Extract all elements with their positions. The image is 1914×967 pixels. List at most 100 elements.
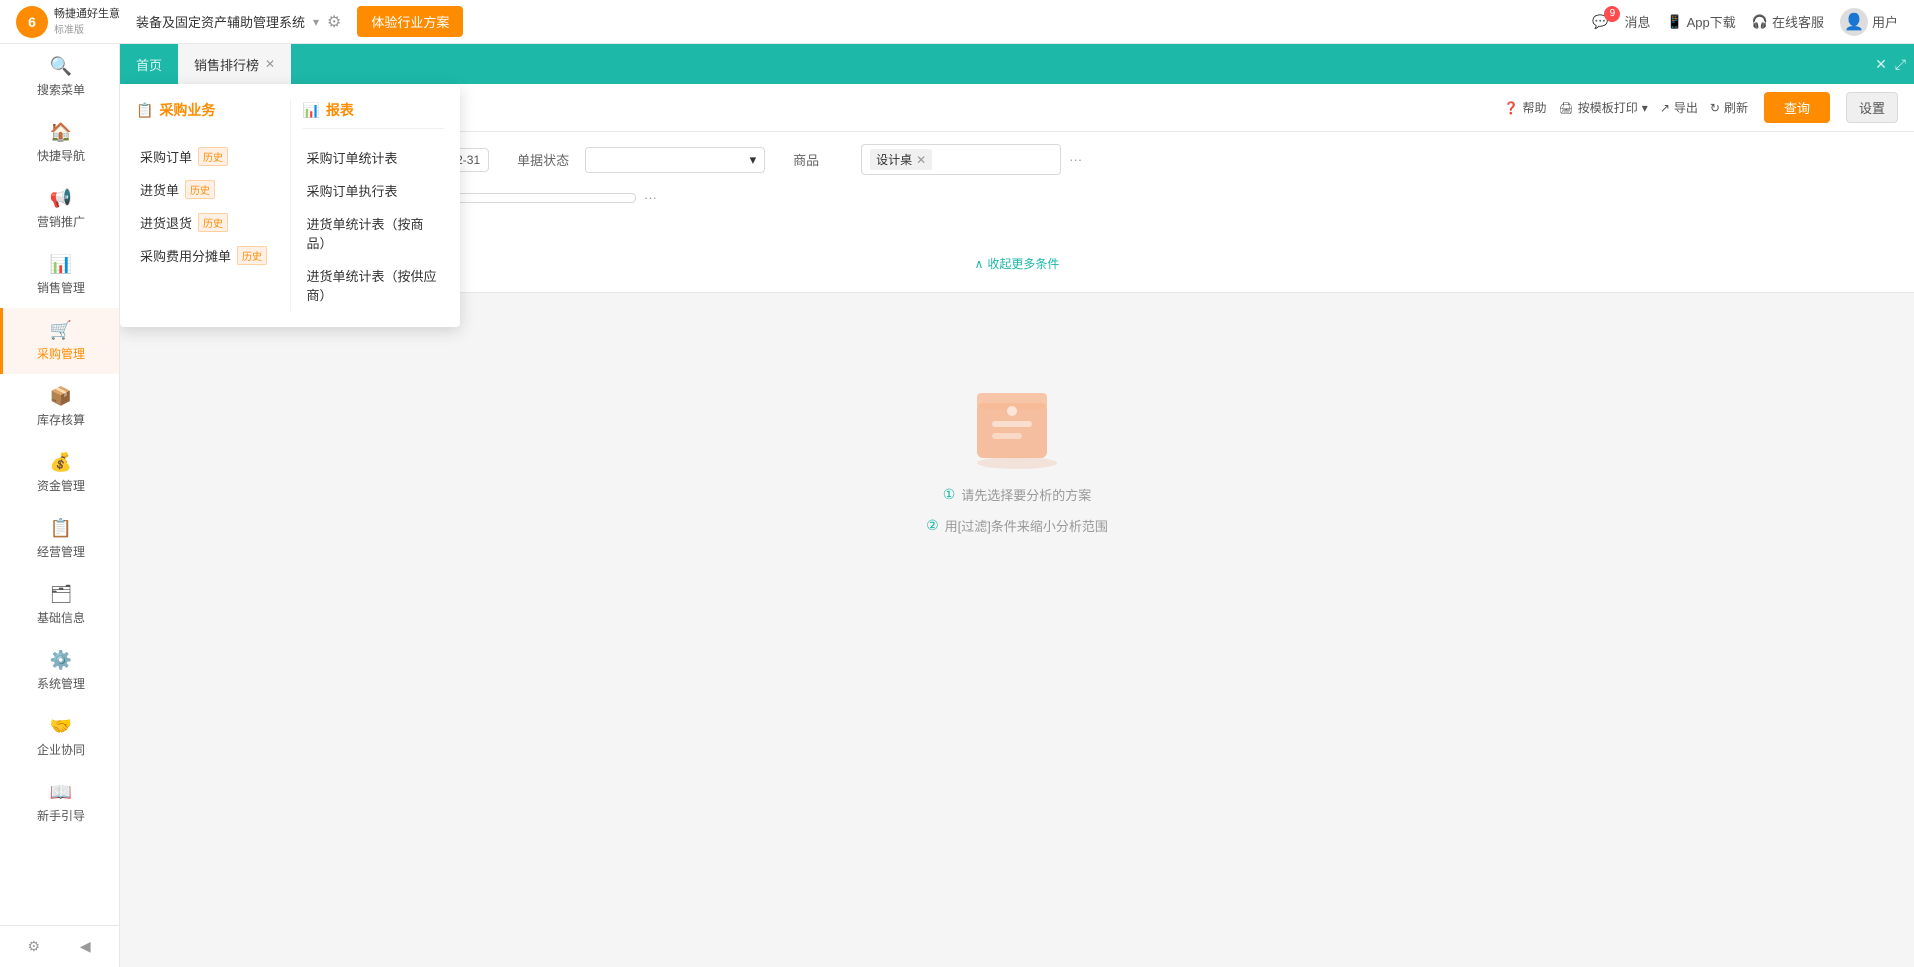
sidebar-label-marketing: 营销推广 — [37, 213, 85, 230]
query-btn[interactable]: 查询 — [1764, 92, 1830, 123]
sidebar-label-basic: 基础信息 — [37, 609, 85, 626]
sidebar: 🔍 搜索菜单 🏠 快捷导航 📢 营销推广 📊 销售管理 🛒 采购管理 📦 库存核… — [0, 44, 120, 967]
salesperson-input[interactable] — [436, 193, 636, 203]
user-item[interactable]: 👤 用户 — [1840, 8, 1898, 36]
sidebar-item-search[interactable]: 🔍 搜索菜单 — [0, 44, 119, 110]
goods-tag-remove[interactable]: ✕ — [916, 153, 926, 167]
message-item[interactable]: 💬 9 消息 — [1592, 12, 1650, 31]
sidebar-item-capital[interactable]: 💰 资金管理 — [0, 440, 119, 506]
content-area: 首页 销售排行榜 ✕ 📋 采购业务 采购订单 历史 — [120, 44, 1914, 967]
sidebar-item-quick[interactable]: 🏠 快捷导航 — [0, 110, 119, 176]
help-btn[interactable]: ❓ 帮助 — [1504, 99, 1547, 116]
online-service-item[interactable]: 🎧 在线客服 — [1752, 12, 1824, 31]
inventory-icon: 📦 — [50, 386, 72, 407]
sidebar-label-operation: 经营管理 — [37, 543, 85, 560]
dropdown-item-order-stat-label: 采购订单统计表 — [307, 148, 398, 167]
collapse-icon: ∧ — [975, 257, 984, 271]
doc-status-dropdown-icon: ▾ — [750, 152, 757, 168]
system-icon: ⚙️ — [50, 650, 72, 671]
hist-badge-2: 历史 — [198, 213, 228, 232]
dropdown-item-purchase-fee-label: 采购费用分摊单 — [140, 246, 231, 265]
purchase-biz-icon: 📋 — [136, 102, 153, 119]
setting-btn[interactable]: 设置 — [1846, 92, 1898, 123]
dropdown-item-purchase-order-label: 采购订单 — [140, 147, 192, 166]
sidebar-label-enterprise: 企业协同 — [37, 741, 85, 758]
doc-status-label: 单据状态 — [517, 150, 577, 169]
sidebar-label-sales: 销售管理 — [37, 279, 85, 296]
sidebar-label-system: 系统管理 — [37, 675, 85, 692]
sidebar-item-basic[interactable]: 🗂 基础信息 — [0, 572, 119, 638]
goods-input[interactable]: 设计桌 ✕ — [861, 144, 1061, 175]
online-service-label: 在线客服 — [1772, 12, 1824, 31]
title-dropdown-icon[interactable]: ▾ — [313, 15, 319, 29]
system-title-area: 装备及固定资产辅助管理系统 ▾ ⚙ 体验行业方案 — [136, 6, 1592, 37]
logo-title: 畅捷通好生意 — [54, 7, 120, 21]
sidebar-item-enterprise[interactable]: 🤝 企业协同 — [0, 704, 119, 770]
message-label: 消息 — [1624, 12, 1650, 31]
sidebar-item-purchase[interactable]: 🛒 采购管理 — [0, 308, 119, 374]
dropdown-item-purchase-fee[interactable]: 采购费用分摊单 历史 — [136, 239, 278, 272]
sidebar-item-sales[interactable]: 📊 销售管理 — [0, 242, 119, 308]
header-right: 💬 9 消息 📱 App下载 🎧 在线客服 👤 用户 — [1592, 8, 1898, 36]
sidebar-collapse-btn[interactable]: ◀ — [64, 938, 108, 955]
print-icon: 🖨 — [1559, 101, 1574, 115]
message-badge: 9 — [1604, 6, 1620, 22]
tab-bar-right: ✕ ⤢ — [1875, 56, 1914, 73]
sidebar-item-operation[interactable]: 📋 经营管理 — [0, 506, 119, 572]
sidebar-label-inventory: 库存核算 — [37, 411, 85, 428]
goods-filter: 商品 设计桌 ✕ ··· — [793, 144, 1082, 175]
dropdown-item-order-stat[interactable]: 采购订单统计表 — [303, 141, 445, 174]
empty-icon — [957, 373, 1077, 473]
app-download-label: App下载 — [1687, 12, 1736, 31]
dropdown-col1-label: 采购业务 — [159, 100, 215, 120]
dropdown-item-purchase-return-label: 进货退货 — [140, 213, 192, 232]
empty-state: ① 请先选择要分析的方案 ② 用[过滤]条件来缩小分析范围 — [120, 293, 1914, 615]
sidebar-settings-btn[interactable]: ⚙ — [12, 938, 56, 955]
refresh-btn[interactable]: ↻ 刷新 — [1710, 99, 1748, 116]
salesperson-ellipsis[interactable]: ··· — [644, 190, 657, 205]
settings-icon[interactable]: ⚙ — [327, 12, 341, 32]
tab-close-all-btn[interactable]: ✕ — [1875, 56, 1887, 73]
sidebar-item-guide[interactable]: 📖 新手引导 — [0, 770, 119, 836]
operation-icon: 📋 — [50, 518, 72, 539]
export-btn[interactable]: ↗ 导出 — [1660, 99, 1698, 116]
dropdown-menu: 📋 采购业务 采购订单 历史 进货单 历史 进货退货 历史 — [120, 84, 460, 327]
dropdown-item-in-stat-goods[interactable]: 进货单统计表（按商品） — [303, 207, 445, 259]
dropdown-col-report: 📊 报表 采购订单统计表 采购订单执行表 进货单统计表（按商品） 进货单统计表（… — [303, 100, 445, 311]
dropdown-item-purchase-order[interactable]: 采购订单 历史 — [136, 140, 278, 173]
app-download-item[interactable]: 📱 App下载 — [1666, 12, 1735, 31]
sidebar-label-quick: 快捷导航 — [37, 147, 85, 164]
dropdown-item-in-stat-supplier[interactable]: 进货单统计表（按供应商） — [303, 259, 445, 311]
empty-hint-2: ② 用[过滤]条件来缩小分析范围 — [926, 516, 1108, 535]
dropdown-item-in-stat-goods-label: 进货单统计表（按商品） — [307, 214, 441, 252]
search-icon: 🔍 — [50, 56, 72, 77]
tab-sales-rank-label: 销售排行榜 — [194, 55, 259, 74]
tab-expand-btn[interactable]: ⤢ — [1895, 56, 1906, 73]
sidebar-item-inventory[interactable]: 📦 库存核算 — [0, 374, 119, 440]
dropdown-item-purchase-return[interactable]: 进货退货 历史 — [136, 206, 278, 239]
empty-hint-1: ① 请先选择要分析的方案 — [943, 485, 1092, 504]
industry-btn[interactable]: 体验行业方案 — [357, 6, 463, 37]
dropdown-item-order-exec[interactable]: 采购订单执行表 — [303, 174, 445, 207]
sidebar-item-marketing[interactable]: 📢 营销推广 — [0, 176, 119, 242]
enterprise-icon: 🤝 — [50, 716, 72, 737]
tab-close-icon[interactable]: ✕ — [265, 57, 275, 71]
tab-sales-rank[interactable]: 销售排行榜 ✕ — [178, 44, 291, 84]
sidebar-label-search: 搜索菜单 — [37, 81, 85, 98]
sidebar-item-system[interactable]: ⚙️ 系统管理 — [0, 638, 119, 704]
headset-icon: 🎧 — [1752, 14, 1768, 30]
sidebar-label-capital: 资金管理 — [37, 477, 85, 494]
help-icon: ❓ — [1504, 101, 1519, 115]
user-name: 用户 — [1872, 12, 1898, 31]
home-icon: 🏠 — [50, 122, 72, 143]
sidebar-label-guide: 新手引导 — [37, 807, 85, 824]
doc-status-input[interactable]: ▾ — [585, 147, 765, 173]
goods-ellipsis[interactable]: ··· — [1069, 152, 1082, 167]
tab-home[interactable]: 首页 — [120, 44, 178, 84]
dropdown-item-purchase-in[interactable]: 进货单 历史 — [136, 173, 278, 206]
goods-tag: 设计桌 ✕ — [870, 149, 932, 170]
export-icon: ↗ — [1660, 101, 1670, 115]
hist-badge-0: 历史 — [198, 147, 228, 166]
print-btn[interactable]: 🖨 按模板打印 ▾ — [1559, 99, 1648, 116]
logo-text-block: 畅捷通好生意 标准版 — [54, 7, 120, 36]
